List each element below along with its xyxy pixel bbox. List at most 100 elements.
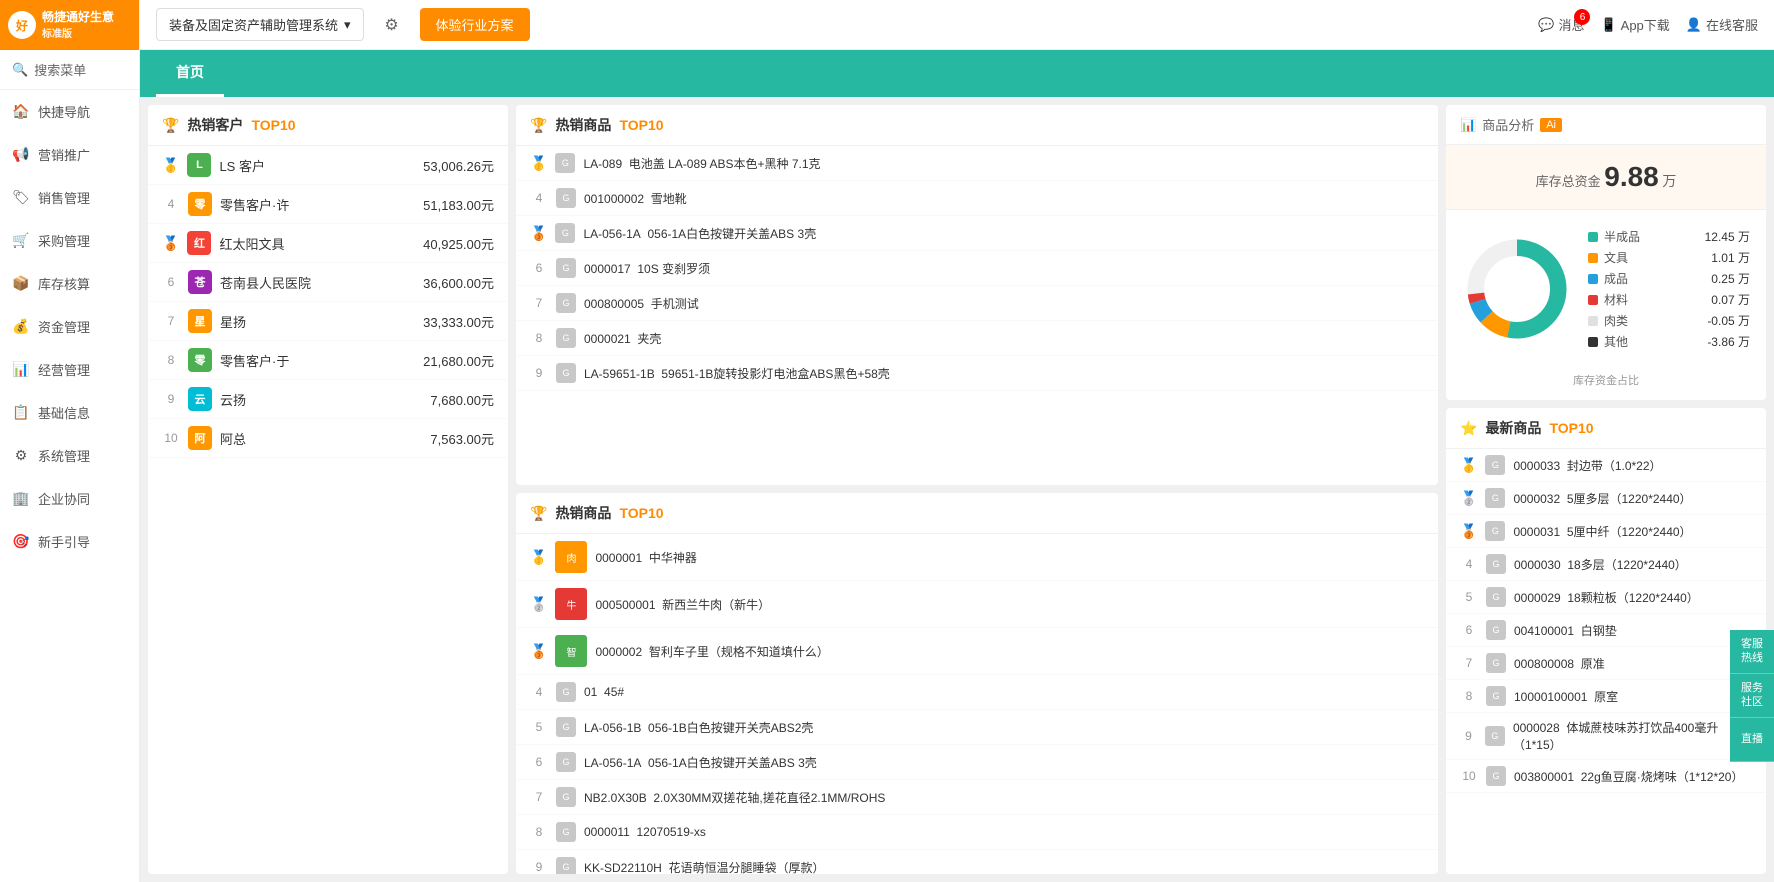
sidebar-item-finance[interactable]: 💰 资金管理 (0, 305, 139, 348)
latest-product-row[interactable]: 🥇 G 0000033 封边带（1.0*22） (1446, 449, 1766, 482)
latest-product-row[interactable]: 🥈 G 0000032 5厘多层（1220*2440） (1446, 482, 1766, 515)
customer-row[interactable]: 4 零 零售客户·许 51,183.00元 (148, 185, 508, 224)
customer-row[interactable]: 10 阿 阿总 7,563.00元 (148, 419, 508, 458)
system-selector[interactable]: 装备及固定资产辅助管理系统 ▾ (156, 8, 364, 41)
sidebar-item-enterprise[interactable]: 🏢 企业协同 (0, 477, 139, 520)
trial-button[interactable]: 体验行业方案 (420, 8, 530, 41)
customer-row[interactable]: 7 星 星扬 33,333.00元 (148, 302, 508, 341)
rank-number: 4 (530, 685, 548, 699)
sidebar-item-sales[interactable]: 🏷 销售管理 (0, 176, 139, 219)
nav-icon-inventory: 📦 (12, 275, 30, 293)
customer-row[interactable]: 8 零 零售客户·于 21,680.00元 (148, 341, 508, 380)
medal-icon: 🥉 (530, 225, 547, 242)
product-thumb: G (556, 752, 576, 772)
product-row[interactable]: 4 G 001000002 雪地靴 (516, 181, 1438, 216)
nav-icon-basic: 📋 (12, 404, 30, 422)
customer-name: 苍南县人民医院 (220, 273, 415, 292)
product-thumb: G (1485, 726, 1505, 746)
product-row[interactable]: 6 G LA-056-1A 056-1A白色按键开关盖ABS 3壳 (516, 745, 1438, 780)
hot-products-bottom-title: 热销商品 (555, 503, 611, 523)
customer-amount: 33,333.00元 (423, 312, 494, 331)
product-info: 0000021 夹壳 (584, 330, 661, 347)
rank-number: 4 (530, 191, 548, 205)
customer-service-hotline-button[interactable]: 客服 热线 (1730, 630, 1774, 674)
customer-row[interactable]: 🥉 红 红太阳文具 40,925.00元 (148, 224, 508, 263)
latest-product-row[interactable]: 🥉 G 0000031 5厘中纤（1220*2440） (1446, 515, 1766, 548)
rank-number: 8 (162, 353, 180, 367)
sidebar-item-guide[interactable]: 🎯 新手引导 (0, 520, 139, 563)
service-community-button[interactable]: 服务 社区 (1730, 674, 1774, 718)
trophy-icon: 🏆 (530, 117, 547, 134)
product-thumb: G (556, 328, 576, 348)
product-row[interactable]: 🥇 肉 0000001 中华神器 (516, 534, 1438, 581)
sidebar-item-marketing[interactable]: 📢 营销推广 (0, 133, 139, 176)
search-menu[interactable]: 🔍 搜索菜单 (0, 50, 139, 90)
product-row[interactable]: 🥉 G LA-056-1A 056-1A白色按键开关盖ABS 3壳 (516, 216, 1438, 251)
content-area: 🏆 热销客户 TOP10 🥇 L LS 客户 53,006.26元 (140, 97, 1774, 882)
product-thumb: G (556, 717, 576, 737)
latest-product-row[interactable]: 6 G 004100001 白钢垫 (1446, 614, 1766, 647)
header-right: 💬 消息 6 📱 App下载 👤 在线客服 (1538, 15, 1758, 34)
legend-dot (1588, 337, 1598, 347)
latest-product-row[interactable]: 10 G 003800001 22g鱼豆腐·烧烤味（1*12*20） (1446, 760, 1766, 793)
legend-label: 肉类 (1604, 312, 1701, 329)
online-service-button[interactable]: 👤 在线客服 (1686, 15, 1758, 34)
product-row[interactable]: 6 G 0000017 10S 变刹罗须 (516, 251, 1438, 286)
nav-tabs: 首页 (140, 50, 1774, 97)
sidebar-item-label: 销售管理 (38, 188, 90, 207)
product-row[interactable]: 9 G LA-59651-1B 59651-1B旋转投影灯电池盒ABS黑色+58… (516, 356, 1438, 391)
inventory-chart-label: 库存资金占比 (1446, 368, 1766, 400)
latest-product-row[interactable]: 5 G 0000029 18颗粒板（1220*2440） (1446, 581, 1766, 614)
sidebar-item-quick-nav[interactable]: 🏠 快捷导航 (0, 90, 139, 133)
latest-product-row[interactable]: 4 G 0000030 18多层（1220*2440） (1446, 548, 1766, 581)
customer-row[interactable]: 9 云 云扬 7,680.00元 (148, 380, 508, 419)
sidebar-item-label: 营销推广 (38, 145, 90, 164)
sidebar-item-purchase[interactable]: 🛒 采购管理 (0, 219, 139, 262)
top-header: 装备及固定资产辅助管理系统 ▾ ⚙ 体验行业方案 💬 消息 6 📱 App下载 … (140, 0, 1774, 50)
latest-products-title: 最新商品 (1485, 418, 1541, 438)
legend-value: 0.25 万 (1711, 270, 1750, 287)
nav-icon-marketing: 📢 (12, 146, 30, 164)
product-row[interactable]: 8 G 0000011 12070519-xs (516, 815, 1438, 850)
product-row[interactable]: 4 G 01 45# (516, 675, 1438, 710)
customer-amount: 53,006.26元 (423, 156, 494, 175)
medal-icon: 🥉 (162, 235, 179, 252)
right-panels: 📊 商品分析 Ai 库存总资金 9.88 万 (1446, 105, 1766, 874)
legend-dot (1588, 274, 1598, 284)
live-stream-button[interactable]: 直播 (1730, 718, 1774, 762)
latest-products-badge: TOP10 (1549, 420, 1593, 436)
online-service-label: 在线客服 (1706, 15, 1758, 34)
messages-button[interactable]: 💬 消息 6 (1538, 15, 1584, 34)
app-download-button[interactable]: 📱 App下载 (1600, 15, 1669, 34)
product-row[interactable]: 7 G 000800005 手机测试 (516, 286, 1438, 321)
settings-button[interactable]: ⚙ (376, 9, 408, 41)
sidebar-item-operations[interactable]: 📊 经营管理 (0, 348, 139, 391)
customer-row[interactable]: 🥇 L LS 客户 53,006.26元 (148, 146, 508, 185)
inventory-chart-area: 半成品 12.45 万 文具 1.01 万 成品 0 (1446, 210, 1766, 368)
product-info: 0000001 中华神器 (595, 549, 696, 566)
product-row[interactable]: 🥉 智 0000002 智利车子里（规格不知道填什么） (516, 628, 1438, 675)
sidebar-item-inventory[interactable]: 📦 库存核算 (0, 262, 139, 305)
latest-product-row[interactable]: 7 G 000800008 原准 (1446, 647, 1766, 680)
center-panels: 🏆 热销商品 TOP10 🥇 G LA-089 电池盖 LA-089 ABS本色… (516, 105, 1438, 874)
product-row[interactable]: 7 G NB2.0X30B 2.0X30MM双搓花轴,搓花直径2.1MM/ROH… (516, 780, 1438, 815)
latest-product-row[interactable]: 9 G 0000028 体城蔗枝味苏打饮品400毫升（1*15） (1446, 713, 1766, 760)
trophy-icon: 🏆 (530, 505, 547, 522)
app-download-label: App下载 (1621, 15, 1670, 34)
product-row[interactable]: 5 G LA-056-1B 056-1B白色按键开关壳ABS2壳 (516, 710, 1438, 745)
nav-icon-guide: 🎯 (12, 533, 30, 551)
sidebar-item-basic-info[interactable]: 📋 基础信息 (0, 391, 139, 434)
product-row[interactable]: 🥇 G LA-089 电池盖 LA-089 ABS本色+黑种 7.1克 (516, 146, 1438, 181)
sidebar-item-system[interactable]: ⚙ 系统管理 (0, 434, 139, 477)
product-row[interactable]: 8 G 0000021 夹壳 (516, 321, 1438, 356)
product-row[interactable]: 9 G KK-SD22110H 花语萌恒温分腿睡袋（厚款） (516, 850, 1438, 874)
system-name: 装备及固定资产辅助管理系统 (169, 15, 338, 34)
customer-row[interactable]: 6 苍 苍南县人民医院 36,600.00元 (148, 263, 508, 302)
product-row[interactable]: 🥈 牛 000500001 新西兰牛肉（新牛） (516, 581, 1438, 628)
tab-home[interactable]: 首页 (156, 50, 224, 97)
rank-number: 5 (530, 720, 548, 734)
latest-product-row[interactable]: 8 G 10000100001 原室 (1446, 680, 1766, 713)
customer-amount: 7,680.00元 (430, 390, 494, 409)
search-menu-label: 搜索菜单 (34, 60, 86, 79)
legend-value: -3.86 万 (1707, 333, 1750, 350)
